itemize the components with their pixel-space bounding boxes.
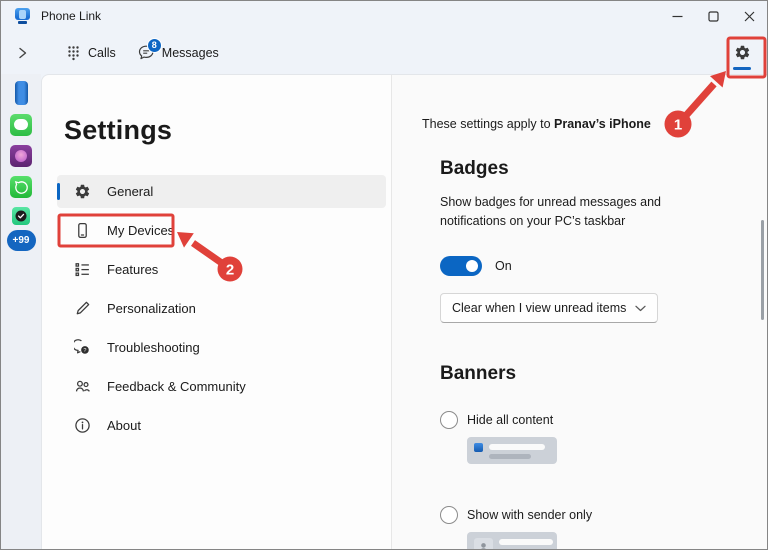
dialpad-icon xyxy=(66,45,81,61)
settings-card: Settings General My Devices xyxy=(41,74,767,549)
chat-question-icon: ? xyxy=(74,339,91,356)
radio-label: Hide all content xyxy=(467,413,553,427)
more-apps-badge[interactable]: +99 xyxy=(7,230,36,251)
badges-toggle[interactable] xyxy=(440,256,482,276)
menu-item-my-devices[interactable]: My Devices xyxy=(57,214,386,247)
tasks-check-app-icon[interactable] xyxy=(12,207,30,225)
people-icon xyxy=(74,378,91,395)
menu-label: Feedback & Community xyxy=(107,379,246,394)
settings-menu: General My Devices Features xyxy=(57,175,386,442)
banner-preview-hide-content xyxy=(467,437,557,464)
titlebar: Phone Link xyxy=(1,1,767,31)
gear-icon xyxy=(74,183,91,200)
badge-clear-dropdown[interactable]: Clear when I view unread items xyxy=(440,293,658,323)
banner-preview-sender-only xyxy=(467,532,557,550)
applies-to-prefix: These settings apply to xyxy=(422,117,554,131)
tab-calls[interactable]: Calls xyxy=(66,45,116,61)
menu-item-troubleshooting[interactable]: ? Troubleshooting xyxy=(57,331,386,364)
phone-icon xyxy=(74,222,91,239)
window-title: Phone Link xyxy=(41,9,101,23)
menu-item-features[interactable]: Features xyxy=(57,253,386,286)
menu-label: General xyxy=(107,184,153,199)
badges-heading: Badges xyxy=(440,158,767,180)
whatsapp-app-icon[interactable] xyxy=(10,176,32,198)
menu-label: My Devices xyxy=(107,223,174,238)
menu-label: Personalization xyxy=(107,301,196,316)
phone-link-window: Phone Link xyxy=(0,0,768,550)
device-name: Pranav’s iPhone xyxy=(554,117,651,131)
app-rail: +99 xyxy=(1,74,41,549)
maximize-button[interactable] xyxy=(695,1,731,31)
purple-app-icon[interactable] xyxy=(10,145,32,167)
minimize-button[interactable] xyxy=(659,1,695,31)
dropdown-value: Clear when I view unread items xyxy=(452,301,626,315)
list-icon xyxy=(74,261,91,278)
imessage-app-icon[interactable] xyxy=(10,114,32,136)
phone-link-logo-icon xyxy=(14,8,31,24)
toggle-state-label: On xyxy=(495,259,512,273)
radio-show-sender-only[interactable]: Show with sender only xyxy=(440,506,767,524)
badges-description: Show badges for unread messages and noti… xyxy=(440,193,682,231)
expand-sidebar-button[interactable] xyxy=(18,47,44,59)
avatar-icon xyxy=(474,538,493,550)
menu-item-personalization[interactable]: Personalization xyxy=(57,292,386,325)
toggle-knob xyxy=(466,260,478,272)
page-title: Settings xyxy=(64,115,386,146)
svg-text:?: ? xyxy=(83,348,86,354)
chevron-down-icon xyxy=(635,305,646,312)
tab-messages-label: Messages xyxy=(162,46,219,60)
menu-label: About xyxy=(107,418,141,433)
message-bubble-icon: 8 xyxy=(138,45,155,61)
settings-gear-button[interactable] xyxy=(730,31,754,74)
radio-button-icon[interactable] xyxy=(440,411,458,429)
top-navbar: Calls 8 Messages xyxy=(1,31,767,74)
selected-accent-bar xyxy=(57,183,60,200)
info-icon xyxy=(74,417,91,434)
radio-hide-all-content[interactable]: Hide all content xyxy=(440,411,767,429)
menu-item-general[interactable]: General xyxy=(57,175,386,208)
tab-messages[interactable]: 8 Messages xyxy=(138,45,219,61)
pen-icon xyxy=(74,300,91,317)
messages-unread-badge: 8 xyxy=(147,38,162,53)
gear-icon xyxy=(734,44,751,61)
device-settings-pane: These settings apply to Pranav’s iPhone … xyxy=(392,75,767,549)
settings-active-indicator xyxy=(733,67,751,70)
settings-pane: Settings General My Devices xyxy=(42,75,391,549)
menu-item-feedback[interactable]: Feedback & Community xyxy=(57,370,386,403)
phone-device-icon[interactable] xyxy=(15,81,28,105)
menu-label: Troubleshooting xyxy=(107,340,200,355)
applies-to-line: These settings apply to Pranav’s iPhone xyxy=(422,117,767,131)
tab-calls-label: Calls xyxy=(88,46,116,60)
radio-label: Show with sender only xyxy=(467,508,592,522)
menu-label: Features xyxy=(107,262,158,277)
radio-button-icon[interactable] xyxy=(440,506,458,524)
close-button[interactable] xyxy=(731,1,767,31)
menu-item-about[interactable]: About xyxy=(57,409,386,442)
banners-heading: Banners xyxy=(440,363,767,385)
phone-link-mini-logo-icon xyxy=(474,443,483,452)
scrollbar[interactable] xyxy=(761,220,764,320)
